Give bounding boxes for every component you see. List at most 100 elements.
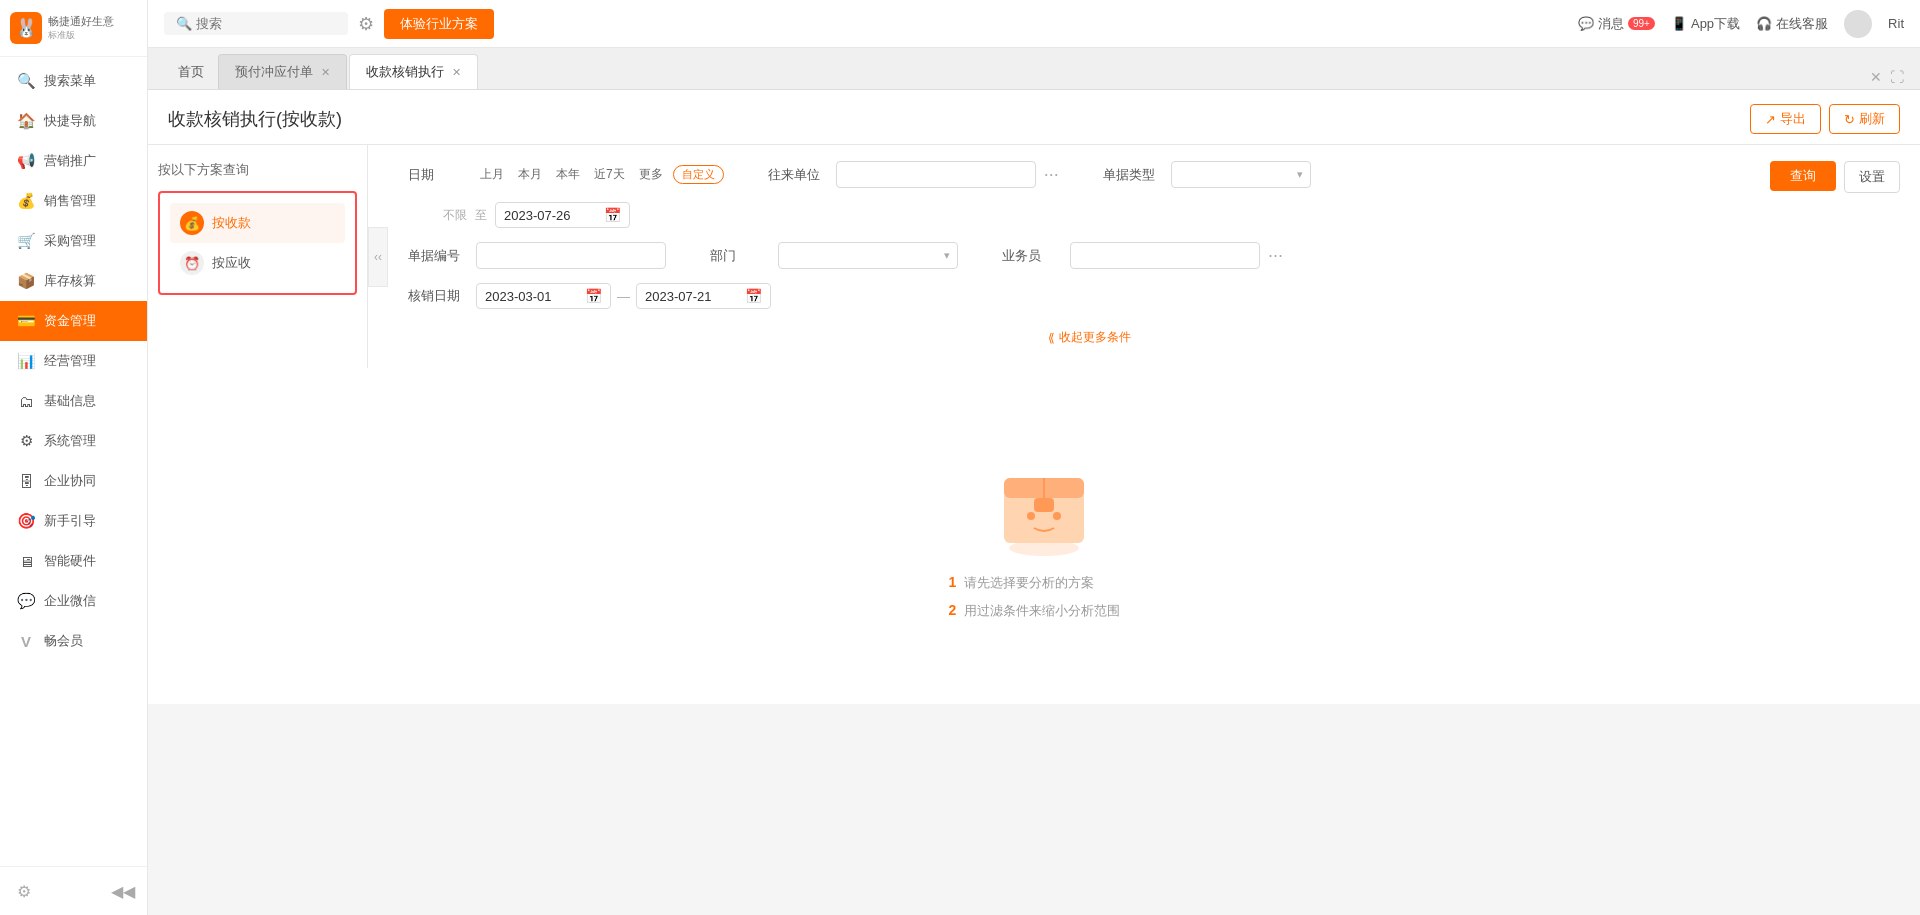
query-button[interactable]: 查询 <box>1770 161 1836 191</box>
sidebar-item-marketing[interactable]: 📢 营销推广 <box>0 141 147 181</box>
refresh-button[interactable]: ↻ 刷新 <box>1829 104 1900 134</box>
user-avatar[interactable] <box>1844 10 1872 38</box>
app-logo-icon: 🐰 <box>10 12 42 44</box>
date-start-calendar-icon[interactable]: 📅 <box>604 207 621 223</box>
sidebar-item-basic[interactable]: 🗂 基础信息 <box>0 381 147 421</box>
collapse-more-btn[interactable]: ⟪ 收起更多条件 <box>408 323 1770 352</box>
online-service-button[interactable]: 🎧 在线客服 <box>1756 15 1828 33</box>
filter-field-dept: 部门 ▾ <box>710 242 958 269</box>
topbar-gear-icon[interactable]: ⚙ <box>358 13 374 35</box>
online-service-label: 在线客服 <box>1776 15 1828 33</box>
verify-date-end-wrap[interactable]: 📅 <box>636 283 771 309</box>
staff-input[interactable] <box>1070 242 1260 269</box>
inventory-icon: 📦 <box>16 271 36 291</box>
sidebar-item-quicknav[interactable]: 🏠 快捷导航 <box>0 101 147 141</box>
tab-home[interactable]: 首页 <box>164 55 218 89</box>
search-icon: 🔍 <box>16 71 36 91</box>
filter-field-doc-type: 单据类型 ▾ <box>1103 161 1311 188</box>
staff-label: 业务员 <box>1002 247 1062 265</box>
sidebar-item-inventory[interactable]: 📦 库存核算 <box>0 261 147 301</box>
verify-date-end-calendar-icon[interactable]: 📅 <box>745 288 762 304</box>
main-area: 🔍 ⚙ 体验行业方案 💬 消息 99+ 📱 App下载 🎧 在线客服 Rit <box>148 0 1920 915</box>
message-button[interactable]: 💬 消息 99+ <box>1578 15 1655 33</box>
refresh-icon: ↻ <box>1844 112 1855 127</box>
sidebar-item-sales[interactable]: 💰 销售管理 <box>0 181 147 221</box>
tab-prepay-close-icon[interactable]: ✕ <box>321 66 330 79</box>
empty-hint2: 2 用过滤条件来缩小分析范围 <box>948 596 1119 624</box>
app-badge: 标准版 <box>48 29 114 42</box>
sidebar-item-purchase[interactable]: 🛒 采购管理 <box>0 221 147 261</box>
date-start-wrap[interactable]: 📅 <box>495 202 630 228</box>
refresh-label: 刷新 <box>1859 110 1885 128</box>
empty-num2: 2 <box>948 602 956 618</box>
sidebar-item-guide[interactable]: 🎯 新手引导 <box>0 501 147 541</box>
tab-receipt[interactable]: 收款核销执行 ✕ <box>349 54 478 89</box>
tab-expand-icon[interactable]: ⛶ <box>1890 69 1904 85</box>
settings-button[interactable]: 设置 <box>1844 161 1900 193</box>
svg-point-6 <box>1053 512 1061 520</box>
date-shortcut-this-month[interactable]: 本月 <box>514 164 546 185</box>
content-area: 收款核销执行(按收款) ↗ 导出 ↻ 刷新 按以下方案查询 💰 <box>148 90 1920 915</box>
export-button[interactable]: ↗ 导出 <box>1750 104 1821 134</box>
staff-ellipsis[interactable]: ··· <box>1268 245 1283 266</box>
sidebar-item-member[interactable]: V 畅会员 <box>0 621 147 661</box>
home-icon: 🏠 <box>16 111 36 131</box>
empty-illustration <box>984 448 1104 558</box>
date-shortcut-custom[interactable]: 自定义 <box>673 165 724 184</box>
sidebar-settings-icon[interactable]: ⚙ <box>10 877 38 905</box>
sidebar-item-system[interactable]: ⚙ 系统管理 <box>0 421 147 461</box>
app-download-label: App下载 <box>1691 15 1740 33</box>
filter-option-by-receivable[interactable]: ⏰ 按应收 <box>170 243 345 283</box>
trading-partner-label: 往来单位 <box>768 166 828 184</box>
topbar-search-input[interactable] <box>196 16 336 31</box>
tab-receipt-close-icon[interactable]: ✕ <box>452 66 461 79</box>
sidebar-item-wechat[interactable]: 💬 企业微信 <box>0 581 147 621</box>
sidebar-item-enterprise[interactable]: 🗄 企业协同 <box>0 461 147 501</box>
filter-row-date-range: 不限 至 📅 <box>443 202 1770 228</box>
by-receivable-icon: ⏰ <box>180 251 204 275</box>
date-shortcut-last-month[interactable]: 上月 <box>476 164 508 185</box>
by-receipt-label: 按收款 <box>212 214 251 232</box>
date-shortcut-this-year[interactable]: 本年 <box>552 164 584 185</box>
date-shortcut-more[interactable]: 更多 <box>635 164 667 185</box>
trading-partner-input[interactable] <box>836 161 1036 188</box>
sidebar-item-finance[interactable]: 💳 资金管理 <box>0 301 147 341</box>
enterprise-icon: 🗄 <box>16 471 36 491</box>
trading-partner-ellipsis[interactable]: ··· <box>1044 164 1059 185</box>
sidebar-collapse-icon[interactable]: ◀◀ <box>109 877 137 905</box>
solution-button[interactable]: 体验行业方案 <box>384 9 494 39</box>
empty-text: 1 请先选择要分析的方案 2 用过滤条件来缩小分析范围 <box>948 568 1119 624</box>
verify-date-end-input[interactable] <box>645 289 745 304</box>
filter-area: 按以下方案查询 💰 按收款 ⏰ 按应收 ‹‹ <box>148 145 1920 368</box>
filter-field-date: 日期 上月 本月 本年 近7天 更多 自定义 <box>408 164 724 185</box>
sidebar-nav: 🔍 搜索菜单 🏠 快捷导航 📢 营销推广 💰 销售管理 🛒 采购管理 📦 库存核… <box>0 57 147 866</box>
filter-field-staff: 业务员 ··· <box>1002 242 1283 269</box>
sidebar-item-wechat-label: 企业微信 <box>44 592 96 610</box>
tab-close-all-icon[interactable]: ✕ <box>1870 69 1882 85</box>
username-label: Rit <box>1888 16 1904 31</box>
dept-select[interactable] <box>778 242 958 269</box>
sidebar-item-operation-label: 经营管理 <box>44 352 96 370</box>
empty-num1: 1 <box>948 574 956 590</box>
sidebar-item-search[interactable]: 🔍 搜索菜单 <box>0 61 147 101</box>
topbar-left: 🔍 ⚙ 体验行业方案 <box>164 9 494 39</box>
doc-type-select[interactable] <box>1171 161 1311 188</box>
date-start-input[interactable] <box>504 208 604 223</box>
topbar-search-icon: 🔍 <box>176 16 192 31</box>
filter-actions: 查询 设置 <box>1770 161 1900 193</box>
sidebar-item-operation[interactable]: 📊 经营管理 <box>0 341 147 381</box>
sidebar-item-marketing-label: 营销推广 <box>44 152 96 170</box>
app-download-button[interactable]: 📱 App下载 <box>1671 15 1740 33</box>
doc-no-input[interactable] <box>476 242 666 269</box>
verify-date-start-wrap[interactable]: 📅 <box>476 283 611 309</box>
filter-option-by-receipt[interactable]: 💰 按收款 <box>170 203 345 243</box>
export-icon: ↗ <box>1765 112 1776 127</box>
dept-label: 部门 <box>710 247 770 265</box>
topbar-search-area[interactable]: 🔍 <box>164 12 348 35</box>
tab-prepay[interactable]: 预付冲应付单 ✕ <box>218 54 347 89</box>
verify-date-start-calendar-icon[interactable]: 📅 <box>585 288 602 304</box>
verify-date-start-input[interactable] <box>485 289 585 304</box>
filter-sidebar-collapse-btn[interactable]: ‹‹ <box>368 227 388 287</box>
sidebar-item-hardware[interactable]: 🖥 智能硬件 <box>0 541 147 581</box>
date-shortcut-7days[interactable]: 近7天 <box>590 164 629 185</box>
